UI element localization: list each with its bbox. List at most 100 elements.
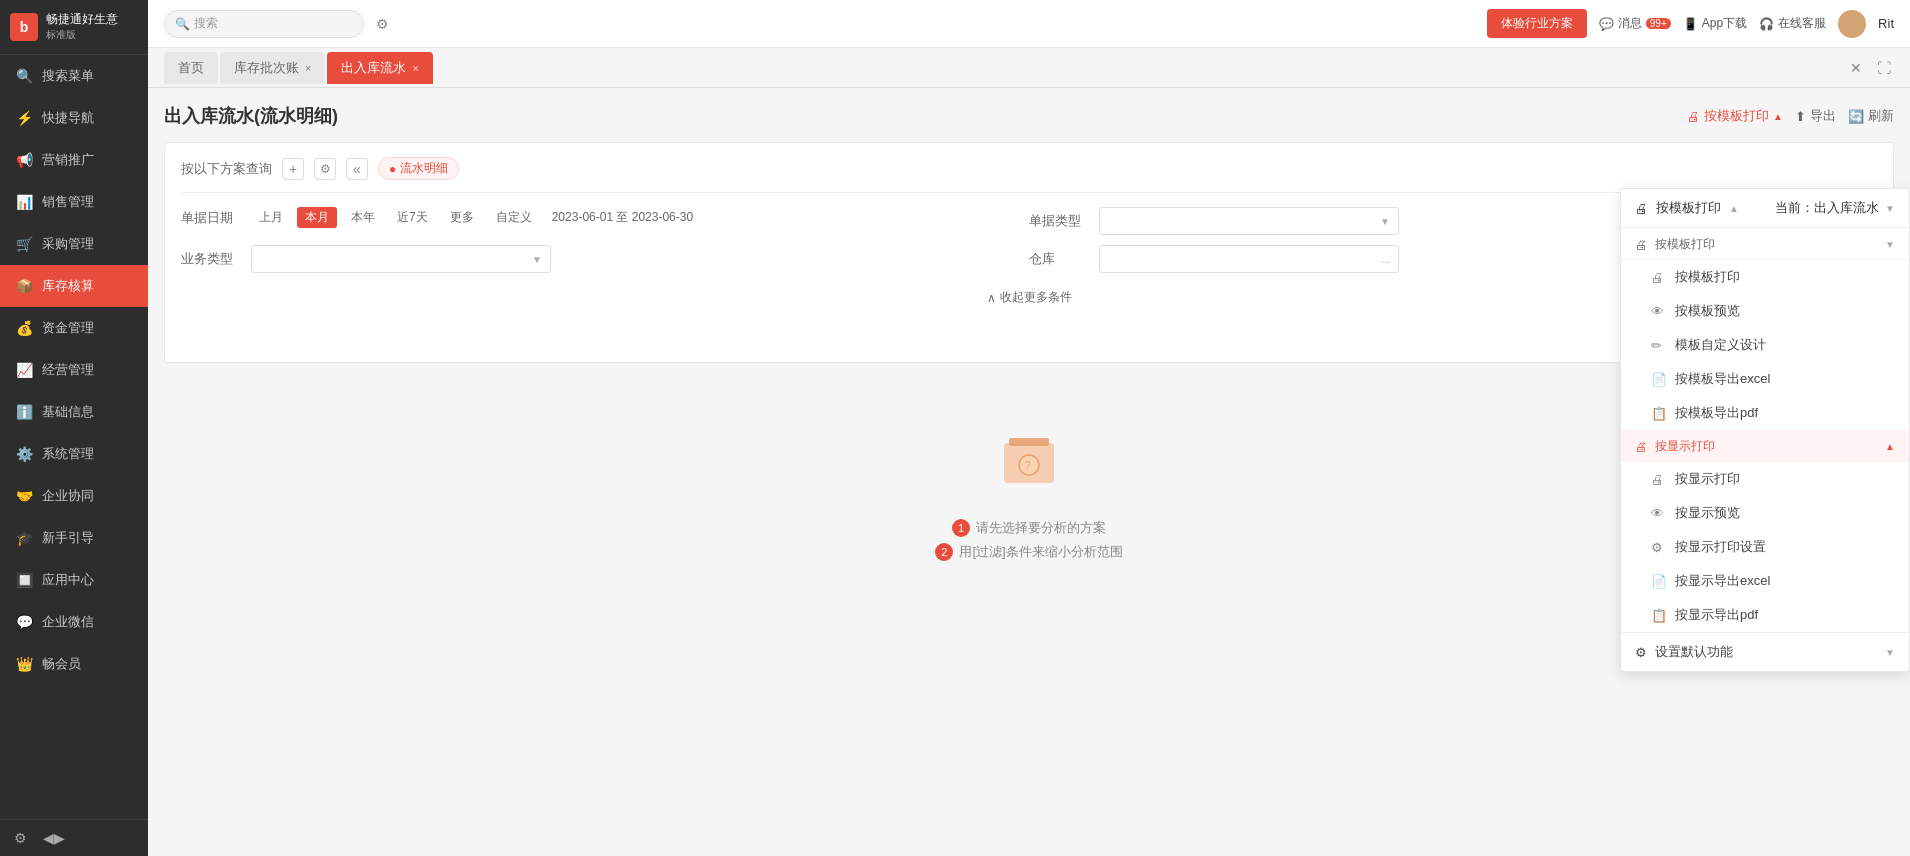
sidebar-item-inventory[interactable]: 📦 库存核算 [0,265,148,307]
sidebar-item-member[interactable]: 👑 畅会员 [0,643,148,685]
section-toggle-icon: ▼ [1885,239,1895,250]
section-toggle-icon: ▲ [1885,441,1895,452]
dp-item-icon: 📄 [1651,372,1667,387]
dp-item-template-pdf[interactable]: 📋 按模板导出pdf [1621,396,1909,430]
sidebar-item-finance[interactable]: 💰 资金管理 [0,307,148,349]
app-download-icon: 📱 [1683,17,1698,31]
sidebar-item-sales[interactable]: 📊 销售管理 [0,181,148,223]
date-tab-cur[interactable]: 本月 [297,207,337,228]
sidebar-item-label: 销售管理 [42,193,94,211]
tab-flow-close[interactable]: × [412,62,418,74]
tab-batch-label: 库存批次账 [234,59,299,77]
dp-item-display-print[interactable]: 🖨 按显示打印 [1621,462,1909,496]
header-gear-icon[interactable]: ⚙ [376,16,389,32]
sidebar-item-guide[interactable]: 🎓 新手引导 [0,517,148,559]
empty-tip-2: 2 用[过滤]条件来缩小分析范围 [935,543,1122,561]
date-field-content: 上月 本月 本年 近7天 更多 自定义 2023-06-01 至 2023-06… [251,207,1029,228]
sidebar-item-wechat[interactable]: 💬 企业微信 [0,601,148,643]
doctype-select[interactable]: ▼ [1099,207,1399,235]
message-icon: 💬 [1599,17,1614,31]
tab-batch-close[interactable]: × [305,62,311,74]
filter-add-btn[interactable]: + [282,158,304,180]
dp-item-display-pdf[interactable]: 📋 按显示导出pdf [1621,598,1909,632]
basic-icon: ℹ️ [14,402,34,422]
sales-icon: 📊 [14,192,34,212]
sidebar-item-basic[interactable]: ℹ️ 基础信息 [0,391,148,433]
empty-tip-1: 1 请先选择要分析的方案 [952,519,1106,537]
online-service-action[interactable]: 🎧 在线客服 [1759,15,1826,32]
sidebar-item-system[interactable]: ⚙️ 系统管理 [0,433,148,475]
sidebar-item-marketing[interactable]: 📢 营销推广 [0,139,148,181]
dp-item-icon: 📋 [1651,406,1667,421]
dropdown-header-left: 🖨 按模板打印 ▲ [1635,199,1739,217]
filter-label: 按以下方案查询 [181,160,272,178]
date-tab-week[interactable]: 近7天 [389,207,436,228]
printer-section-icon: 🖨 [1635,440,1647,454]
user-avatar[interactable] [1838,10,1866,38]
sidebar-item-operations[interactable]: 📈 经营管理 [0,349,148,391]
sidebar-item-quicknav[interactable]: ⚡ 快捷导航 [0,97,148,139]
dropdown-section-template[interactable]: 🖨 按模板打印 ▼ [1621,228,1909,260]
biz-field-label: 业务类型 [181,250,251,268]
collapse-sidebar-icon[interactable]: ◀▶ [43,830,65,846]
app-title: 畅捷通好生意 [46,12,118,28]
filter-gear-btn[interactable]: ⚙ [314,158,336,180]
export-icon: ⬆ [1795,109,1806,124]
dropdown-section-display[interactable]: 🖨 按显示打印 ▲ [1621,430,1909,462]
dp-item-display-excel[interactable]: 📄 按显示导出excel [1621,564,1909,598]
section-display-label: 按显示打印 [1655,438,1715,455]
dp-item-display-settings[interactable]: ⚙ 按显示打印设置 [1621,530,1909,564]
dp-item-label: 按模板导出pdf [1675,404,1758,422]
chevron-down-icon: ▼ [532,254,542,265]
print-btn[interactable]: 🖨 按模板打印 ▲ [1687,107,1783,125]
operations-icon: 📈 [14,360,34,380]
sidebar: b 畅捷通好生意 标准版 🔍 搜索菜单 ⚡ 快捷导航 📢 营销推广 📊 销售管理… [0,0,148,856]
chevron-down-icon: ▼ [1885,203,1895,214]
tab-batch[interactable]: 库存批次账 × [220,52,325,84]
app-subtitle: 标准版 [46,28,118,42]
window-close-btn[interactable]: ✕ [1846,58,1866,78]
sidebar-item-apps[interactable]: 🔲 应用中心 [0,559,148,601]
sidebar-item-purchase[interactable]: 🛒 采购管理 [0,223,148,265]
filter-tag-item[interactable]: ● 流水明细 [378,157,459,180]
tab-flow-label: 出入库流水 [341,59,406,77]
filter-collapse-btn[interactable]: « [346,158,368,180]
date-tab-more[interactable]: 更多 [442,207,482,228]
sidebar-item-label: 应用中心 [42,571,94,589]
app-download-action[interactable]: 📱 App下载 [1683,15,1747,32]
dp-item-icon: 📋 [1651,608,1667,623]
tip-text-2: 用[过滤]条件来缩小分析范围 [959,543,1122,561]
message-action[interactable]: 💬 消息 99+ [1599,15,1671,32]
sidebar-item-collab[interactable]: 🤝 企业协同 [0,475,148,517]
settings-icon[interactable]: ⚙ [14,830,27,846]
dropdown-current: 当前：出入库流水 ▼ [1775,199,1895,217]
sidebar-item-label: 快捷导航 [42,109,94,127]
export-btn[interactable]: ⬆ 导出 [1795,107,1836,125]
dp-item-template-design[interactable]: ✏ 模板自定义设计 [1621,328,1909,362]
biz-select[interactable]: ▼ [251,245,551,273]
window-expand-btn[interactable]: ⛶ [1874,58,1894,78]
date-tab-prev[interactable]: 上月 [251,207,291,228]
date-tab-year[interactable]: 本年 [343,207,383,228]
date-tab-custom[interactable]: 自定义 [488,207,540,228]
dropdown-footer[interactable]: ⚙ 设置默认功能 ▼ [1621,632,1909,671]
sidebar-item-search[interactable]: 🔍 搜索菜单 [0,55,148,97]
sidebar-item-label: 畅会员 [42,655,81,673]
sidebar-item-label: 系统管理 [42,445,94,463]
print-dropdown-arrow: ▲ [1773,111,1783,122]
svg-text:?: ? [1025,460,1031,471]
dp-item-template-excel[interactable]: 📄 按模板导出excel [1621,362,1909,396]
sidebar-item-label: 营销推广 [42,151,94,169]
wechat-icon: 💬 [14,612,34,632]
tab-flow[interactable]: 出入库流水 × [327,52,432,84]
dp-item-display-preview[interactable]: 👁 按显示预览 [1621,496,1909,530]
warehouse-select[interactable]: ... [1099,245,1399,273]
dp-item-icon: 👁 [1651,506,1667,521]
tab-home[interactable]: 首页 [164,52,218,84]
search-bar[interactable]: 🔍 搜索 [164,10,364,38]
industry-btn[interactable]: 体验行业方案 [1487,9,1587,38]
search-icon: 🔍 [175,17,190,31]
dp-item-template-preview[interactable]: 👁 按模板预览 [1621,294,1909,328]
refresh-btn[interactable]: 🔄 刷新 [1848,107,1894,125]
dp-item-template-print[interactable]: 🖨 按模板打印 [1621,260,1909,294]
